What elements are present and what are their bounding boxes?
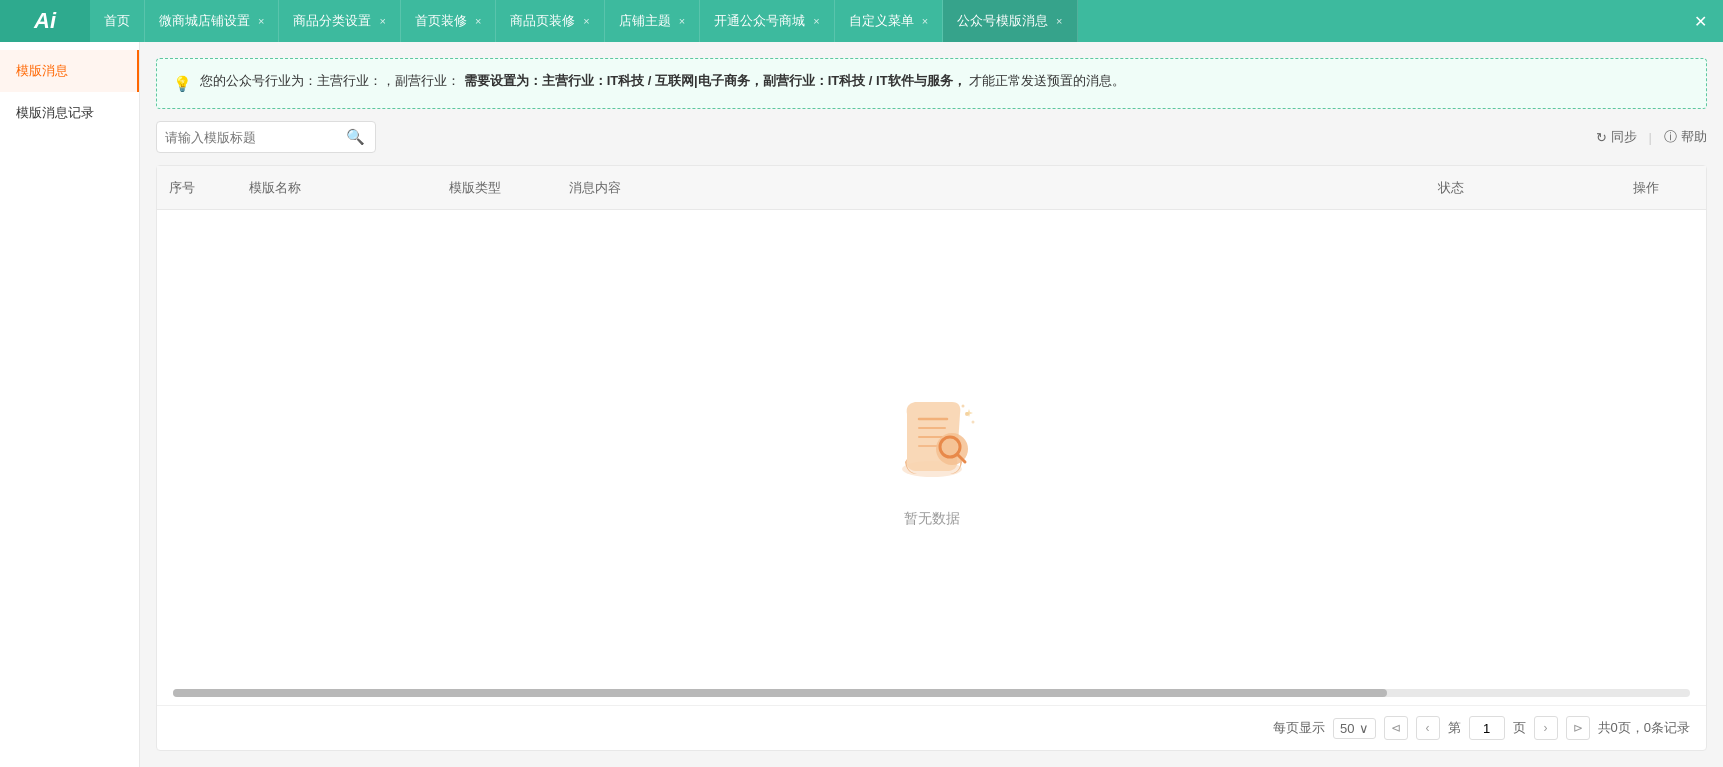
th-seq: 序号 xyxy=(157,179,237,197)
tab-home-decor[interactable]: 首页装修 × xyxy=(401,0,496,42)
page-size-select[interactable]: 50 ∨ xyxy=(1333,718,1375,739)
total-text: 共0页，0条记录 xyxy=(1598,719,1690,737)
help-label: 帮助 xyxy=(1681,128,1707,146)
empty-state: 暂无数据 xyxy=(157,210,1706,681)
chevron-down-icon: ∨ xyxy=(1359,721,1369,736)
page-unit-label: 页 xyxy=(1513,719,1526,737)
tab-product-decor[interactable]: 商品页装修 × xyxy=(496,0,604,42)
close-template-msg-icon[interactable]: × xyxy=(1056,15,1062,27)
page-size-value: 50 xyxy=(1340,721,1354,736)
content-area: 💡 您的公众号行业为：主营行业：，副营行业： 需要设置为：主营行业：IT科技 /… xyxy=(140,42,1723,767)
tab-open-mall[interactable]: 开通公众号商城 × xyxy=(700,0,834,42)
empty-illustration xyxy=(877,384,987,494)
tab-open-mall-label: 开通公众号商城 xyxy=(714,12,805,30)
table-header: 序号 模版名称 模版类型 消息内容 状态 操作 xyxy=(157,166,1706,210)
tab-custom-menu-label: 自定义菜单 xyxy=(849,12,914,30)
tab-home[interactable]: 首页 xyxy=(90,0,145,42)
close-open-mall-icon[interactable]: × xyxy=(813,15,819,27)
search-box: 🔍 xyxy=(156,121,376,153)
sidebar-item-template-msg-record[interactable]: 模版消息记录 xyxy=(0,92,139,134)
sidebar: 模版消息 模版消息记录 xyxy=(0,42,140,767)
next-page-button[interactable]: › xyxy=(1534,716,1558,740)
close-all-button[interactable]: ✕ xyxy=(1678,0,1723,42)
prev-page-button[interactable]: ‹ xyxy=(1416,716,1440,740)
empty-text: 暂无数据 xyxy=(904,510,960,528)
tab-shop-theme-label: 店铺主题 xyxy=(619,12,671,30)
close-product-category-icon[interactable]: × xyxy=(379,15,385,27)
sidebar-item-template-msg-label: 模版消息 xyxy=(16,63,68,78)
th-status: 状态 xyxy=(1426,179,1586,197)
tab-shop-settings-label: 微商城店铺设置 xyxy=(159,12,250,30)
close-home-decor-icon[interactable]: × xyxy=(475,15,481,27)
tab-template-msg[interactable]: 公众号模版消息 × xyxy=(943,0,1077,42)
tab-home-decor-label: 首页装修 xyxy=(415,12,467,30)
tab-product-category[interactable]: 商品分类设置 × xyxy=(279,0,400,42)
scrollbar-thumb[interactable] xyxy=(173,689,1387,697)
tab-product-category-label: 商品分类设置 xyxy=(293,12,371,30)
logo-area: Ai xyxy=(0,0,90,42)
tab-template-msg-label: 公众号模版消息 xyxy=(957,12,1048,30)
notice-box: 💡 您的公众号行业为：主营行业：，副营行业： 需要设置为：主营行业：IT科技 /… xyxy=(156,58,1707,109)
top-nav: Ai 首页 微商城店铺设置 × 商品分类设置 × 首页装修 × 商品页装修 × … xyxy=(0,0,1723,42)
tab-shop-theme[interactable]: 店铺主题 × xyxy=(605,0,700,42)
svg-point-10 xyxy=(961,404,964,407)
refresh-icon: ↻ xyxy=(1596,130,1607,145)
table-wrapper: 序号 模版名称 模版类型 消息内容 状态 操作 xyxy=(156,165,1707,751)
page-number-input[interactable] xyxy=(1469,716,1505,740)
th-name: 模版名称 xyxy=(237,179,437,197)
tab-shop-settings[interactable]: 微商城店铺设置 × xyxy=(145,0,279,42)
search-button[interactable]: 🔍 xyxy=(344,128,367,146)
svg-point-9 xyxy=(971,420,974,423)
sidebar-item-template-msg[interactable]: 模版消息 xyxy=(0,50,139,92)
help-button[interactable]: ⓘ 帮助 xyxy=(1664,128,1707,146)
last-page-button[interactable]: ⊳ xyxy=(1566,716,1590,740)
close-shop-theme-icon[interactable]: × xyxy=(679,15,685,27)
close-product-decor-icon[interactable]: × xyxy=(583,15,589,27)
close-shop-settings-icon[interactable]: × xyxy=(258,15,264,27)
help-circle-icon: ⓘ xyxy=(1664,128,1677,146)
close-custom-menu-icon[interactable]: × xyxy=(922,15,928,27)
toolbar-divider: | xyxy=(1649,130,1652,145)
first-page-button[interactable]: ⊲ xyxy=(1384,716,1408,740)
sync-button[interactable]: ↻ 同步 xyxy=(1596,128,1637,146)
tab-home-label: 首页 xyxy=(104,12,130,30)
pagination: 每页显示 50 ∨ ⊲ ‹ 第 页 › ⊳ 共0页，0条记录 xyxy=(157,705,1706,750)
notice-suffix: 才能正常发送预置的消息。 xyxy=(969,73,1125,88)
search-input[interactable] xyxy=(165,130,344,145)
toolbar: 🔍 ↻ 同步 | ⓘ 帮助 xyxy=(156,121,1707,153)
th-type: 模版类型 xyxy=(437,179,557,197)
tab-product-decor-label: 商品页装修 xyxy=(510,12,575,30)
notice-prefix: 您的公众号行业为：主营行业：，副营行业： xyxy=(200,73,460,88)
toolbar-actions: ↻ 同步 | ⓘ 帮助 xyxy=(1596,128,1707,146)
notice-text: 您的公众号行业为：主营行业：，副营行业： 需要设置为：主营行业：IT科技 / 互… xyxy=(200,71,1125,92)
th-content: 消息内容 xyxy=(557,179,1426,197)
horizontal-scrollbar[interactable] xyxy=(173,689,1690,697)
logo-text: Ai xyxy=(34,8,56,34)
page-di-label: 第 xyxy=(1448,719,1461,737)
th-action: 操作 xyxy=(1586,179,1706,197)
page-size-label: 每页显示 xyxy=(1273,719,1325,737)
sync-label: 同步 xyxy=(1611,128,1637,146)
tab-custom-menu[interactable]: 自定义菜单 × xyxy=(835,0,943,42)
main-layout: 模版消息 模版消息记录 💡 您的公众号行业为：主营行业：，副营行业： 需要设置为… xyxy=(0,42,1723,767)
notice-highlight: 需要设置为：主营行业：IT科技 / 互联网|电子商务，副营行业：IT科技 / I… xyxy=(464,73,966,88)
sidebar-item-template-msg-record-label: 模版消息记录 xyxy=(16,105,94,120)
notice-icon: 💡 xyxy=(173,72,192,96)
